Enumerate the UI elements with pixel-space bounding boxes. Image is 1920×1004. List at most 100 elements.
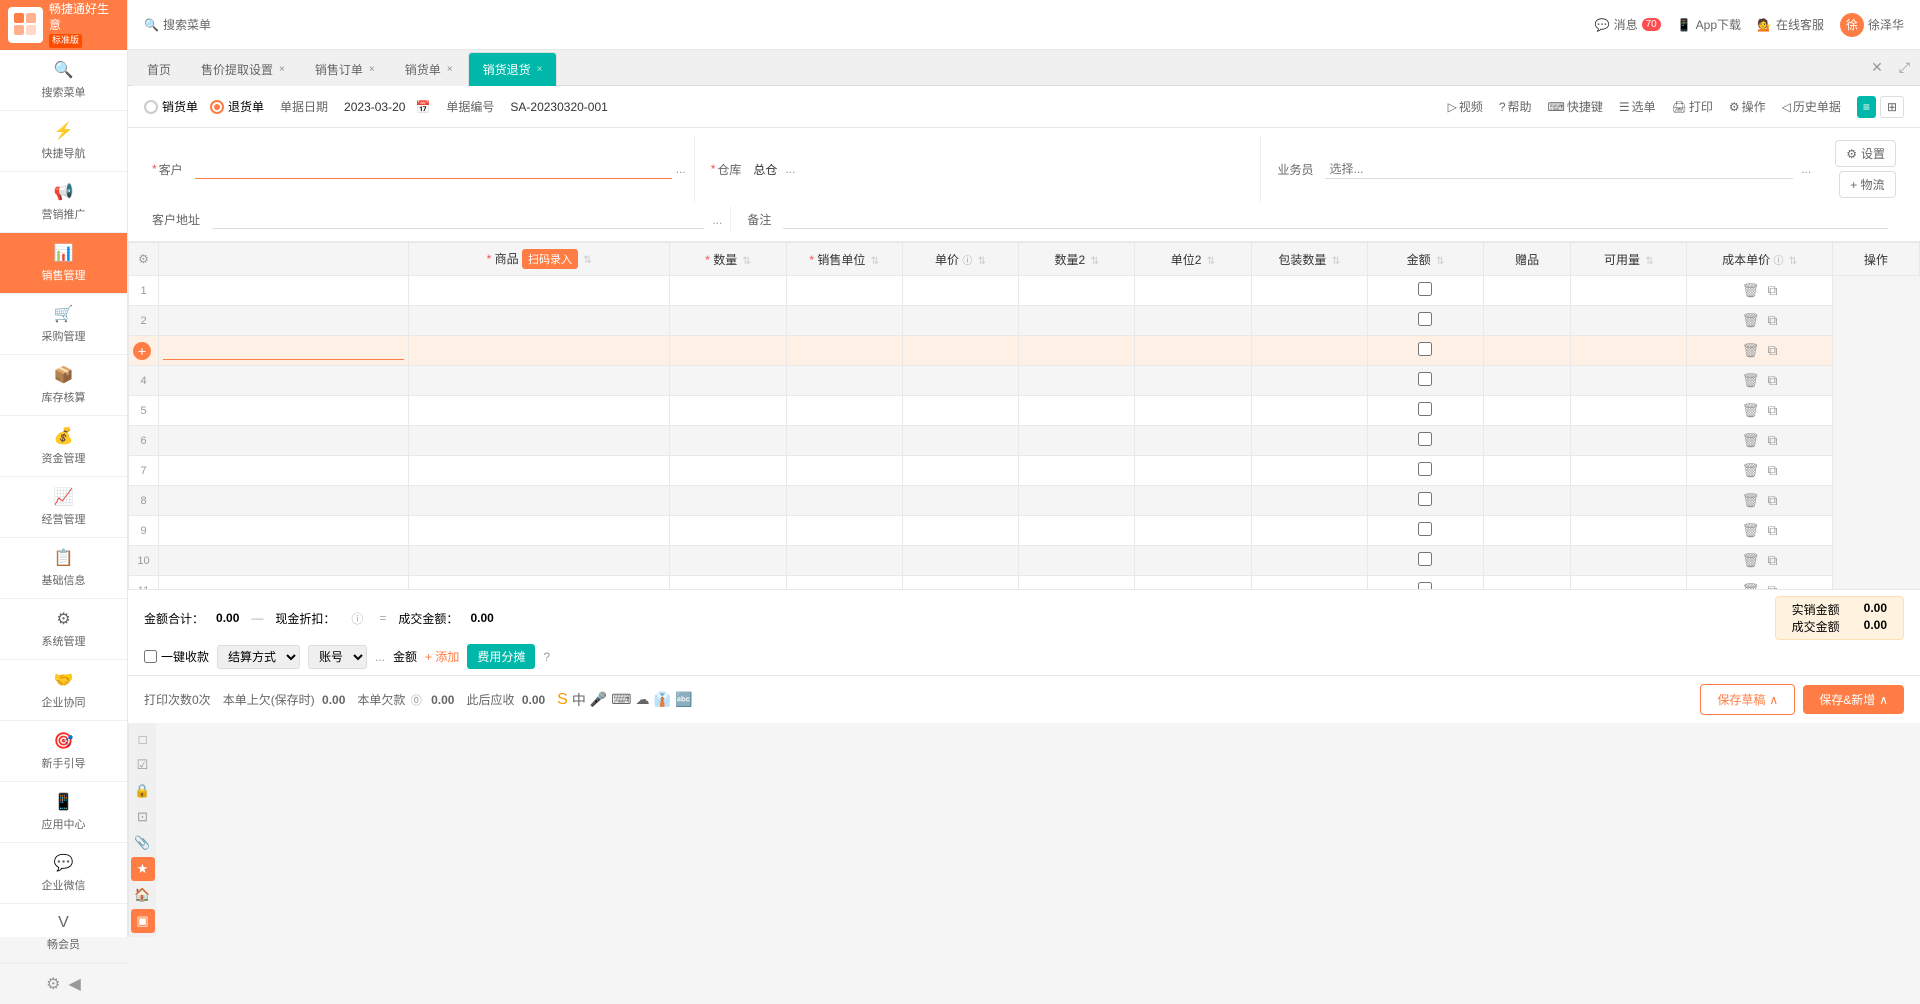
amount-sort-icon[interactable]: ⇅: [1436, 256, 1444, 267]
unit-price-info-icon[interactable]: ⓘ: [962, 256, 972, 267]
copy-row-button[interactable]: ⧉: [1766, 310, 1780, 331]
delete-row-button[interactable]: 🗑: [1740, 400, 1762, 421]
tab-sales-delivery[interactable]: 销货单 ×: [390, 52, 468, 86]
delete-row-button[interactable]: 🗑: [1740, 460, 1762, 481]
account-select[interactable]: 账号: [308, 645, 367, 669]
copy-row-button[interactable]: ⧉: [1766, 370, 1780, 391]
tab-sales-order[interactable]: 销售订单 ×: [300, 52, 390, 86]
sidebar-settings-icon[interactable]: ⚙: [46, 974, 60, 994]
salesman-dots-button[interactable]: ...: [1801, 162, 1811, 176]
tab-close-sales-delivery[interactable]: ×: [447, 64, 453, 75]
address-input[interactable]: [212, 210, 704, 229]
sidebar-item-member[interactable]: V 畅会员: [0, 904, 127, 963]
remark-input[interactable]: [783, 210, 1888, 229]
message-button[interactable]: 💬 消息 70: [1595, 16, 1661, 33]
toolbar-shortcut[interactable]: ⌨ 快捷键: [1540, 94, 1611, 119]
gift-checkbox[interactable]: [1418, 432, 1432, 446]
toolbar-operation[interactable]: ⚙ 操作: [1721, 94, 1774, 119]
tab-close-price-setting[interactable]: ×: [279, 64, 285, 75]
tab-price-setting[interactable]: 售价提取设置 ×: [186, 52, 300, 86]
copy-row-button[interactable]: ⧉: [1766, 550, 1780, 571]
gift-checkbox[interactable]: [1418, 552, 1432, 566]
gift-checkbox[interactable]: [1418, 372, 1432, 386]
sidebar-item-newbie[interactable]: 🎯 新手引导: [0, 721, 127, 782]
user-menu[interactable]: 徐 徐泽华: [1840, 13, 1904, 37]
fenyong-help-icon[interactable]: ?: [543, 650, 550, 664]
delete-row-button[interactable]: 🗑: [1740, 280, 1762, 301]
logistics-button[interactable]: + 物流: [1839, 171, 1896, 198]
scan-input-button[interactable]: 扫码录入: [522, 249, 578, 269]
gift-checkbox[interactable]: [1418, 582, 1432, 589]
toolbar-select[interactable]: ☰ 选单: [1611, 94, 1664, 119]
save-new-button[interactable]: 保存&新增 ∧: [1803, 685, 1904, 714]
sidebar-collapse-icon[interactable]: ◀: [69, 974, 81, 994]
customer-input[interactable]: [195, 160, 672, 179]
qty2-sort-icon[interactable]: ⇅: [1091, 256, 1099, 267]
delete-row-button[interactable]: 🗑: [1740, 310, 1762, 331]
right-panel-btn-4[interactable]: ⊡: [131, 805, 155, 829]
copy-row-button[interactable]: ⧉: [1766, 340, 1780, 361]
fenyong-button[interactable]: 费用分摊: [467, 644, 535, 669]
unit2-sort-icon[interactable]: ⇅: [1207, 256, 1215, 267]
delete-row-button[interactable]: 🗑: [1740, 520, 1762, 541]
sidebar-item-inventory[interactable]: 📦 库存核算: [0, 355, 127, 416]
radio-return[interactable]: 退货单: [210, 98, 264, 115]
warehouse-dots-button[interactable]: ...: [785, 162, 795, 176]
radio-sales[interactable]: 销货单: [144, 98, 198, 115]
gift-checkbox[interactable]: [1418, 312, 1432, 326]
sidebar-item-marketing[interactable]: 📢 营销推广: [0, 172, 127, 233]
copy-row-button[interactable]: ⧉: [1766, 520, 1780, 541]
delete-row-button[interactable]: 🗑: [1740, 340, 1762, 361]
gift-checkbox[interactable]: [1418, 462, 1432, 476]
gift-checkbox[interactable]: [1418, 342, 1432, 356]
customer-dots-button[interactable]: ...: [676, 162, 686, 176]
sidebar-item-search[interactable]: 🔍 搜索菜单: [0, 50, 127, 111]
qty-sort-icon[interactable]: ⇅: [743, 256, 751, 267]
toolbar-help[interactable]: ? 帮助: [1491, 94, 1540, 119]
right-panel-btn-2[interactable]: ☑: [131, 753, 155, 777]
address-dots-button[interactable]: ...: [712, 213, 722, 227]
cost-sort-icon[interactable]: ⇅: [1789, 256, 1797, 267]
right-panel-btn-6[interactable]: ★: [131, 857, 155, 881]
delete-row-button[interactable]: 🗑: [1740, 370, 1762, 391]
view-grid-button[interactable]: ⊞: [1880, 96, 1904, 118]
copy-row-button[interactable]: ⧉: [1766, 490, 1780, 511]
price-sort-icon[interactable]: ⇅: [978, 256, 986, 267]
toolbar-video[interactable]: ▷ 视频: [1440, 94, 1491, 119]
save-draft-button[interactable]: 保存草稿 ∧: [1700, 684, 1795, 715]
sidebar-item-enterprise[interactable]: 🤝 企业协同: [0, 660, 127, 721]
right-panel-btn-8[interactable]: ▣: [131, 909, 155, 933]
add-row-button[interactable]: +: [133, 342, 151, 360]
one-click-checkbox[interactable]: [144, 650, 157, 663]
sidebar-item-basic[interactable]: 📋 基础信息: [0, 538, 127, 599]
unit-sort-icon[interactable]: ⇅: [871, 256, 879, 267]
right-panel-btn-5[interactable]: 📎: [131, 831, 155, 855]
tab-maximize-icon[interactable]: ⤢: [1893, 55, 1916, 80]
sidebar-item-quick-nav[interactable]: ⚡ 快捷导航: [0, 111, 127, 172]
tab-home[interactable]: 首页: [132, 52, 186, 86]
view-list-button[interactable]: ≡: [1857, 96, 1876, 118]
product-sort-icon[interactable]: ⇅: [583, 255, 591, 266]
copy-row-button[interactable]: ⧉: [1766, 280, 1780, 301]
settings-button[interactable]: ⚙ 设置: [1835, 140, 1896, 167]
copy-row-button[interactable]: ⧉: [1766, 460, 1780, 481]
gift-checkbox[interactable]: [1418, 492, 1432, 506]
delete-row-button[interactable]: 🗑: [1740, 490, 1762, 511]
topbar-search[interactable]: 🔍 搜索菜单: [144, 16, 211, 33]
add-button[interactable]: + 添加: [425, 648, 459, 665]
sidebar-item-finance[interactable]: 💰 资金管理: [0, 416, 127, 477]
right-panel-btn-3[interactable]: 🔒: [131, 779, 155, 803]
sidebar-item-wechat[interactable]: 💬 企业微信: [0, 843, 127, 904]
copy-row-button[interactable]: ⧉: [1766, 400, 1780, 421]
sidebar-item-purchase[interactable]: 🛒 采购管理: [0, 294, 127, 355]
tab-close-all-icon[interactable]: ✕: [1865, 55, 1889, 80]
col-settings-icon[interactable]: ⚙: [133, 252, 154, 266]
right-panel-btn-1[interactable]: □: [131, 727, 155, 751]
cost-price-info-icon[interactable]: ⓘ: [1773, 256, 1783, 267]
account-dots[interactable]: ...: [375, 650, 385, 664]
delete-row-button[interactable]: 🗑: [1740, 430, 1762, 451]
sidebar-item-sales[interactable]: 📊 销售管理: [0, 233, 127, 294]
salesman-input[interactable]: [1325, 160, 1793, 179]
toolbar-print[interactable]: 🖨 打印: [1664, 94, 1721, 119]
gift-checkbox[interactable]: [1418, 402, 1432, 416]
